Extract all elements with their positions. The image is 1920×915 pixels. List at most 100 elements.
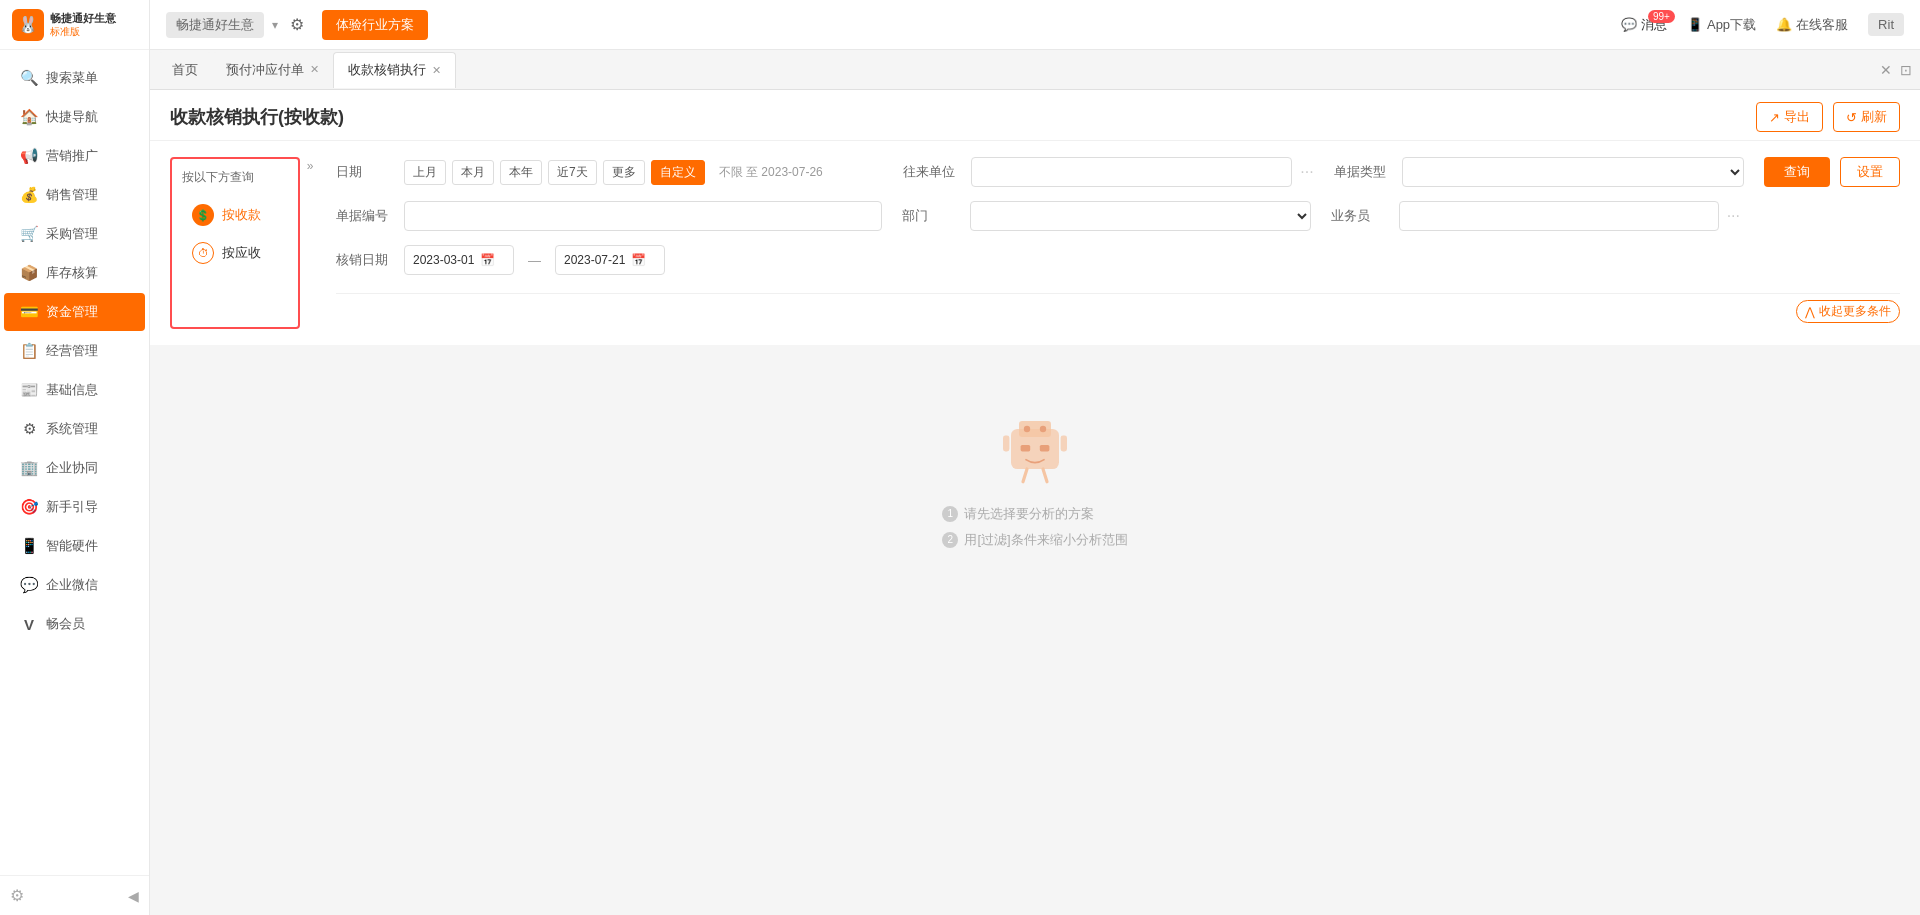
this-year-btn[interactable]: 本年 [500,160,542,185]
more-btn[interactable]: 更多 [603,160,645,185]
sidebar-item-label: 经营管理 [46,342,98,360]
tabbar-controls: ✕ ⊡ [1880,62,1912,78]
setting-button[interactable]: 设置 [1840,157,1900,187]
clerk-label: 业务员 [1331,207,1391,225]
tab-expand-icon[interactable]: ⊡ [1900,62,1912,78]
clerk-input[interactable] [1399,201,1719,231]
business-icon: 📋 [20,342,38,360]
info-icon: 📰 [20,381,38,399]
service-label: 在线客服 [1796,16,1848,34]
sidebar-item-label: 快捷导航 [46,108,98,126]
sidebar-item-basic-info[interactable]: 📰 基础信息 [4,371,145,409]
online-service-btn[interactable]: 🔔 在线客服 [1776,16,1848,34]
filter-right-panel: 日期 上月 本月 本年 近7天 更多 自定义 不限 至 2023-07-26 [336,157,1900,329]
empty-tip-1: 1 请先选择要分析的方案 [942,501,1127,527]
svg-rect-5 [1040,445,1050,451]
option-label: 按收款 [222,206,261,224]
tab-receipt-verify[interactable]: 收款核销执行 ✕ [333,52,456,88]
docno-input[interactable] [404,201,882,231]
collapse-sidebar-icon[interactable]: ◀ [128,888,139,904]
industry-btn[interactable]: 体验行业方案 [322,10,428,40]
query-button[interactable]: 查询 [1764,157,1830,187]
system-icon: ⚙ [20,420,38,438]
clerk-more-icon[interactable]: ··· [1727,207,1740,225]
filter-doc-type-item: 单据类型 [1334,157,1744,187]
brand-chevron-icon[interactable]: ▾ [272,18,278,32]
filter-section-title: 按以下方查询 [182,169,288,186]
collapse-filter-btn[interactable]: » [300,157,320,329]
svg-rect-7 [1061,435,1067,451]
sidebar-item-member[interactable]: V 畅会员 [4,605,145,643]
calendar-from-icon[interactable]: 📅 [480,253,495,267]
sidebar-item-label: 库存核算 [46,264,98,282]
sidebar-item-system[interactable]: ⚙ 系统管理 [4,410,145,448]
partner-input[interactable] [971,157,1292,187]
sidebar-item-search[interactable]: 🔍 搜索菜单 [4,59,145,97]
page-header: 收款核销执行(按收款) ↗ 导出 ↺ 刷新 [150,90,1920,141]
svg-line-8 [1023,469,1027,482]
sidebar-item-business[interactable]: 📋 经营管理 [4,332,145,370]
sidebar-item-wechat[interactable]: 💬 企业微信 [4,566,145,604]
this-month-btn[interactable]: 本月 [452,160,494,185]
tab-close-icon[interactable]: ✕ [432,64,441,77]
app-icon: 📱 [1687,17,1703,32]
doc-type-label: 单据类型 [1334,163,1394,181]
sidebar-item-label: 系统管理 [46,420,98,438]
topbar: 畅捷通好生意 ▾ ⚙ 体验行业方案 💬 消息 99+ 📱 App下载 🔔 在线客… [150,0,1920,50]
collapse-label: 收起更多条件 [1819,303,1891,320]
topbar-brand: 畅捷通好生意 ▾ ⚙ 体验行业方案 [166,10,1621,40]
tab-prepay[interactable]: 预付冲应付单 ✕ [212,52,333,88]
sidebar-item-label: 搜索菜单 [46,69,98,87]
partner-more-icon[interactable]: ··· [1300,163,1313,181]
enterprise-icon: 🏢 [20,459,38,477]
sidebar-item-quick-nav[interactable]: 🏠 快捷导航 [4,98,145,136]
tab-close-all-icon[interactable]: ✕ [1880,62,1892,78]
sidebar-item-inventory[interactable]: 📦 库存核算 [4,254,145,292]
sidebar-item-purchase[interactable]: 🛒 采购管理 [4,215,145,253]
filter-option-by-receivable[interactable]: ⏱ 按应收 [182,234,288,272]
sidebar-item-marketing[interactable]: 📢 营销推广 [4,137,145,175]
last-month-btn[interactable]: 上月 [404,160,446,185]
receipt-icon: 💲 [192,204,214,226]
sidebar-item-label: 资金管理 [46,303,98,321]
export-icon: ↗ [1769,110,1780,125]
refresh-button[interactable]: ↺ 刷新 [1833,102,1900,132]
collapse-more-btn[interactable]: ⋀ 收起更多条件 [1796,300,1900,323]
verify-date-label: 核销日期 [336,251,396,269]
filter-option-by-receipt[interactable]: 💲 按收款 [182,196,288,234]
tab-home[interactable]: 首页 [158,52,212,88]
message-badge: 99+ [1648,10,1675,23]
settings-icon[interactable]: ⚙ [10,886,24,905]
sidebar-item-hardware[interactable]: 📱 智能硬件 [4,527,145,565]
svg-rect-6 [1003,435,1009,451]
sidebar-item-enterprise[interactable]: 🏢 企业协同 [4,449,145,487]
last-7-btn[interactable]: 近7天 [548,160,597,185]
purchase-icon: 🛒 [20,225,38,243]
sidebar-nav: 🔍 搜索菜单 🏠 快捷导航 📢 营销推广 💰 销售管理 🛒 采购管理 📦 库存核… [0,50,149,875]
filter-dept-item: 部门 [902,201,1311,231]
svg-rect-4 [1021,445,1031,451]
partner-label: 往来单位 [903,163,963,181]
calendar-to-icon[interactable]: 📅 [631,253,646,267]
gear-icon[interactable]: ⚙ [290,15,304,34]
doc-type-select[interactable] [1402,157,1744,187]
app-download-btn[interactable]: 📱 App下载 [1687,16,1756,34]
dept-select[interactable] [970,201,1311,231]
verify-date-from-box[interactable]: 2023-03-01 📅 [404,245,514,275]
brand-name: 畅捷通好生意 [166,12,264,38]
member-icon: V [20,616,38,633]
export-button[interactable]: ↗ 导出 [1756,102,1823,132]
custom-btn[interactable]: 自定义 [651,160,705,185]
verify-date-to-box[interactable]: 2023-07-21 📅 [555,245,665,275]
sidebar-item-sales[interactable]: 💰 销售管理 [4,176,145,214]
sidebar-item-finance[interactable]: 💳 资金管理 [4,293,145,331]
message-btn[interactable]: 💬 消息 99+ [1621,16,1667,34]
tip-num-2: 2 [942,532,958,548]
empty-state: 1 请先选择要分析的方案 2 用[过滤]条件来缩小分析范围 [150,345,1920,613]
user-avatar[interactable]: Rit [1868,13,1904,36]
marketing-icon: 📢 [20,147,38,165]
sidebar-item-guide[interactable]: 🎯 新手引导 [4,488,145,526]
date-buttons: 上月 本月 本年 近7天 更多 自定义 [404,160,705,185]
tab-close-icon[interactable]: ✕ [310,63,319,76]
page-actions: ↗ 导出 ↺ 刷新 [1756,102,1900,132]
